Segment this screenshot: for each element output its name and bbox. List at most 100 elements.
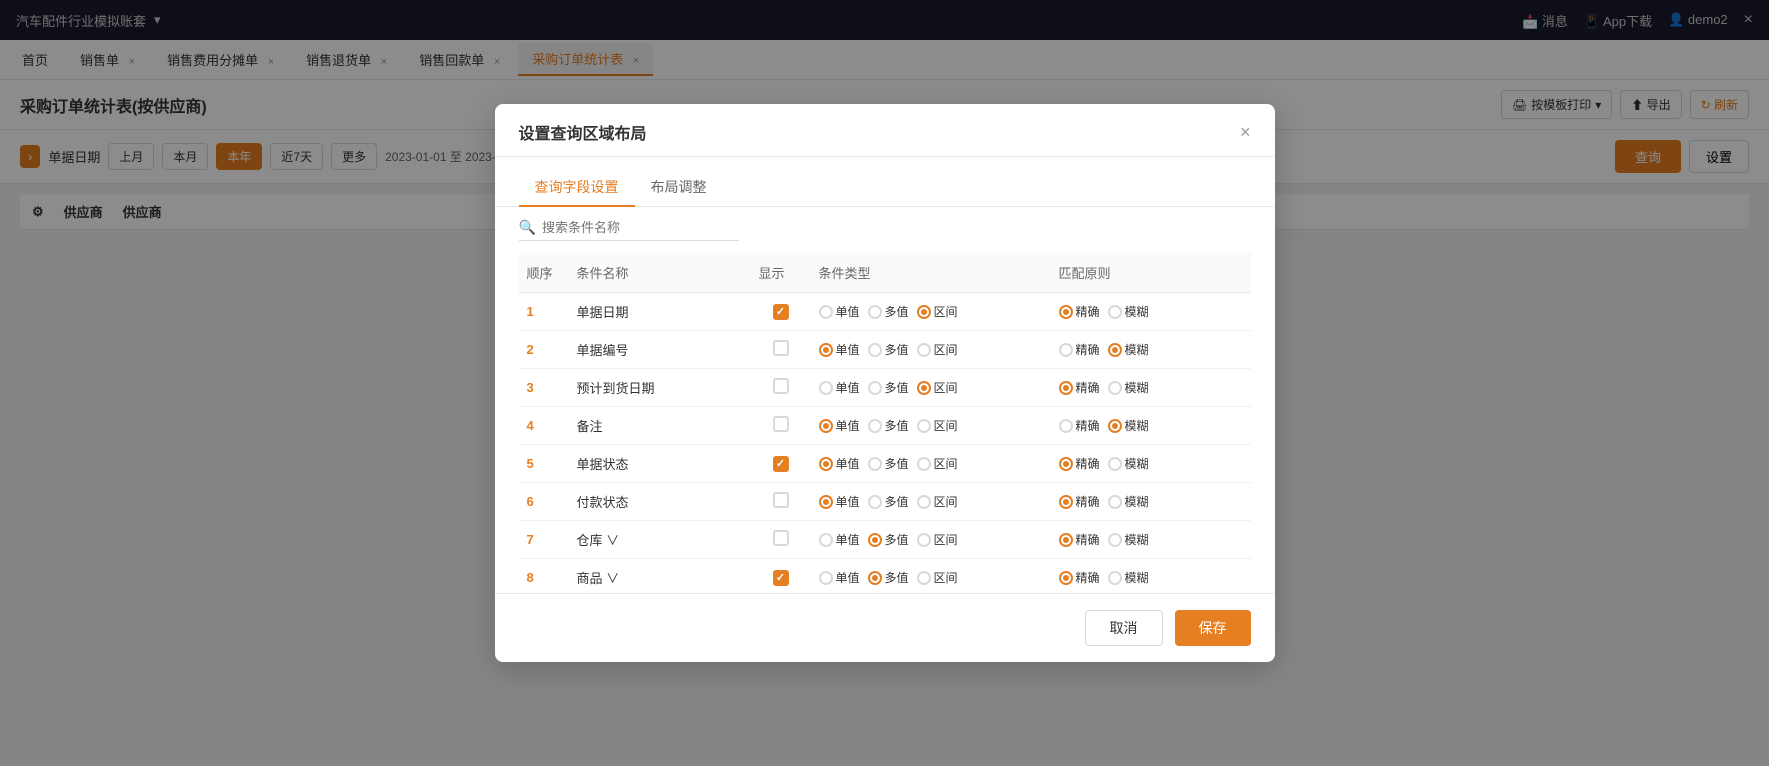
type-radio-item[interactable]: 区间 (917, 455, 958, 472)
radio-circle[interactable] (1059, 495, 1073, 509)
cell-show[interactable] (751, 445, 811, 483)
radio-circle[interactable] (917, 343, 931, 357)
show-checkbox[interactable] (773, 378, 789, 394)
type-radio-item[interactable]: 区间 (917, 303, 958, 320)
radio-circle[interactable] (819, 457, 833, 471)
radio-circle[interactable] (819, 533, 833, 547)
tab-layout[interactable]: 布局调整 (635, 169, 723, 207)
cell-show[interactable] (751, 331, 811, 369)
radio-circle[interactable] (1108, 343, 1122, 357)
radio-circle[interactable] (1108, 419, 1122, 433)
match-radio-item[interactable]: 模糊 (1108, 341, 1149, 358)
show-checkbox[interactable] (773, 304, 789, 320)
type-radio-item[interactable]: 多值 (868, 531, 909, 548)
type-radio-item[interactable]: 区间 (917, 493, 958, 510)
radio-circle[interactable] (868, 495, 882, 509)
radio-circle[interactable] (1108, 571, 1122, 585)
radio-circle[interactable] (819, 571, 833, 585)
radio-circle[interactable] (1059, 571, 1073, 585)
radio-circle[interactable] (1108, 495, 1122, 509)
type-radio-item[interactable]: 单值 (819, 303, 860, 320)
type-radio-item[interactable]: 单值 (819, 341, 860, 358)
type-radio-item[interactable]: 单值 (819, 417, 860, 434)
match-radio-item[interactable]: 模糊 (1108, 417, 1149, 434)
radio-circle[interactable] (1108, 381, 1122, 395)
radio-circle[interactable] (917, 571, 931, 585)
match-radio-item[interactable]: 精确 (1059, 379, 1100, 396)
match-radio-item[interactable]: 精确 (1059, 493, 1100, 510)
type-radio-item[interactable]: 区间 (917, 569, 958, 586)
tab-query-fields[interactable]: 查询字段设置 (519, 169, 635, 207)
match-radio-item[interactable]: 模糊 (1108, 379, 1149, 396)
radio-circle[interactable] (1059, 533, 1073, 547)
show-checkbox[interactable] (773, 530, 789, 546)
radio-circle[interactable] (1108, 305, 1122, 319)
show-checkbox[interactable] (773, 456, 789, 472)
cell-show[interactable] (751, 521, 811, 559)
radio-circle[interactable] (868, 343, 882, 357)
type-radio-item[interactable]: 区间 (917, 417, 958, 434)
show-checkbox[interactable] (773, 416, 789, 432)
radio-circle[interactable] (917, 495, 931, 509)
cell-show[interactable] (751, 369, 811, 407)
radio-circle[interactable] (1108, 457, 1122, 471)
radio-circle[interactable] (868, 419, 882, 433)
radio-circle[interactable] (917, 305, 931, 319)
cell-show[interactable] (751, 293, 811, 331)
type-radio-item[interactable]: 单值 (819, 455, 860, 472)
radio-circle[interactable] (868, 533, 882, 547)
save-btn[interactable]: 保存 (1175, 610, 1251, 646)
radio-circle[interactable] (868, 571, 882, 585)
cell-show[interactable] (751, 407, 811, 445)
type-radio-item[interactable]: 单值 (819, 379, 860, 396)
type-radio-item[interactable]: 多值 (868, 379, 909, 396)
type-radio-item[interactable]: 区间 (917, 379, 958, 396)
radio-circle[interactable] (1059, 381, 1073, 395)
type-radio-item[interactable]: 单值 (819, 493, 860, 510)
type-radio-item[interactable]: 多值 (868, 417, 909, 434)
radio-circle[interactable] (868, 457, 882, 471)
radio-circle[interactable] (1108, 533, 1122, 547)
match-radio-item[interactable]: 模糊 (1108, 569, 1149, 586)
radio-circle[interactable] (1059, 343, 1073, 357)
type-radio-item[interactable]: 多值 (868, 569, 909, 586)
radio-circle[interactable] (1059, 419, 1073, 433)
radio-circle[interactable] (868, 381, 882, 395)
type-radio-item[interactable]: 单值 (819, 569, 860, 586)
radio-circle[interactable] (819, 419, 833, 433)
show-checkbox[interactable] (773, 570, 789, 586)
cell-show[interactable] (751, 559, 811, 594)
cell-show[interactable] (751, 483, 811, 521)
type-radio-item[interactable]: 多值 (868, 303, 909, 320)
match-radio-item[interactable]: 精确 (1059, 417, 1100, 434)
match-radio-item[interactable]: 精确 (1059, 531, 1100, 548)
type-radio-item[interactable]: 单值 (819, 531, 860, 548)
show-checkbox[interactable] (773, 492, 789, 508)
match-radio-item[interactable]: 精确 (1059, 341, 1100, 358)
match-radio-item[interactable]: 精确 (1059, 569, 1100, 586)
search-input[interactable] (542, 220, 722, 235)
match-radio-item[interactable]: 模糊 (1108, 493, 1149, 510)
match-radio-item[interactable]: 模糊 (1108, 455, 1149, 472)
radio-circle[interactable] (917, 419, 931, 433)
match-radio-item[interactable]: 模糊 (1108, 531, 1149, 548)
match-radio-item[interactable]: 精确 (1059, 303, 1100, 320)
radio-circle[interactable] (1059, 457, 1073, 471)
radio-circle[interactable] (819, 381, 833, 395)
match-radio-item[interactable]: 模糊 (1108, 303, 1149, 320)
radio-circle[interactable] (917, 381, 931, 395)
radio-circle[interactable] (868, 305, 882, 319)
radio-circle[interactable] (1059, 305, 1073, 319)
type-radio-item[interactable]: 区间 (917, 341, 958, 358)
dialog-close-btn[interactable]: × (1240, 122, 1251, 143)
radio-circle[interactable] (819, 495, 833, 509)
cancel-btn[interactable]: 取消 (1085, 610, 1163, 646)
radio-circle[interactable] (917, 533, 931, 547)
radio-circle[interactable] (917, 457, 931, 471)
show-checkbox[interactable] (773, 340, 789, 356)
type-radio-item[interactable]: 多值 (868, 493, 909, 510)
radio-circle[interactable] (819, 305, 833, 319)
radio-circle[interactable] (819, 343, 833, 357)
type-radio-item[interactable]: 多值 (868, 455, 909, 472)
type-radio-item[interactable]: 多值 (868, 341, 909, 358)
